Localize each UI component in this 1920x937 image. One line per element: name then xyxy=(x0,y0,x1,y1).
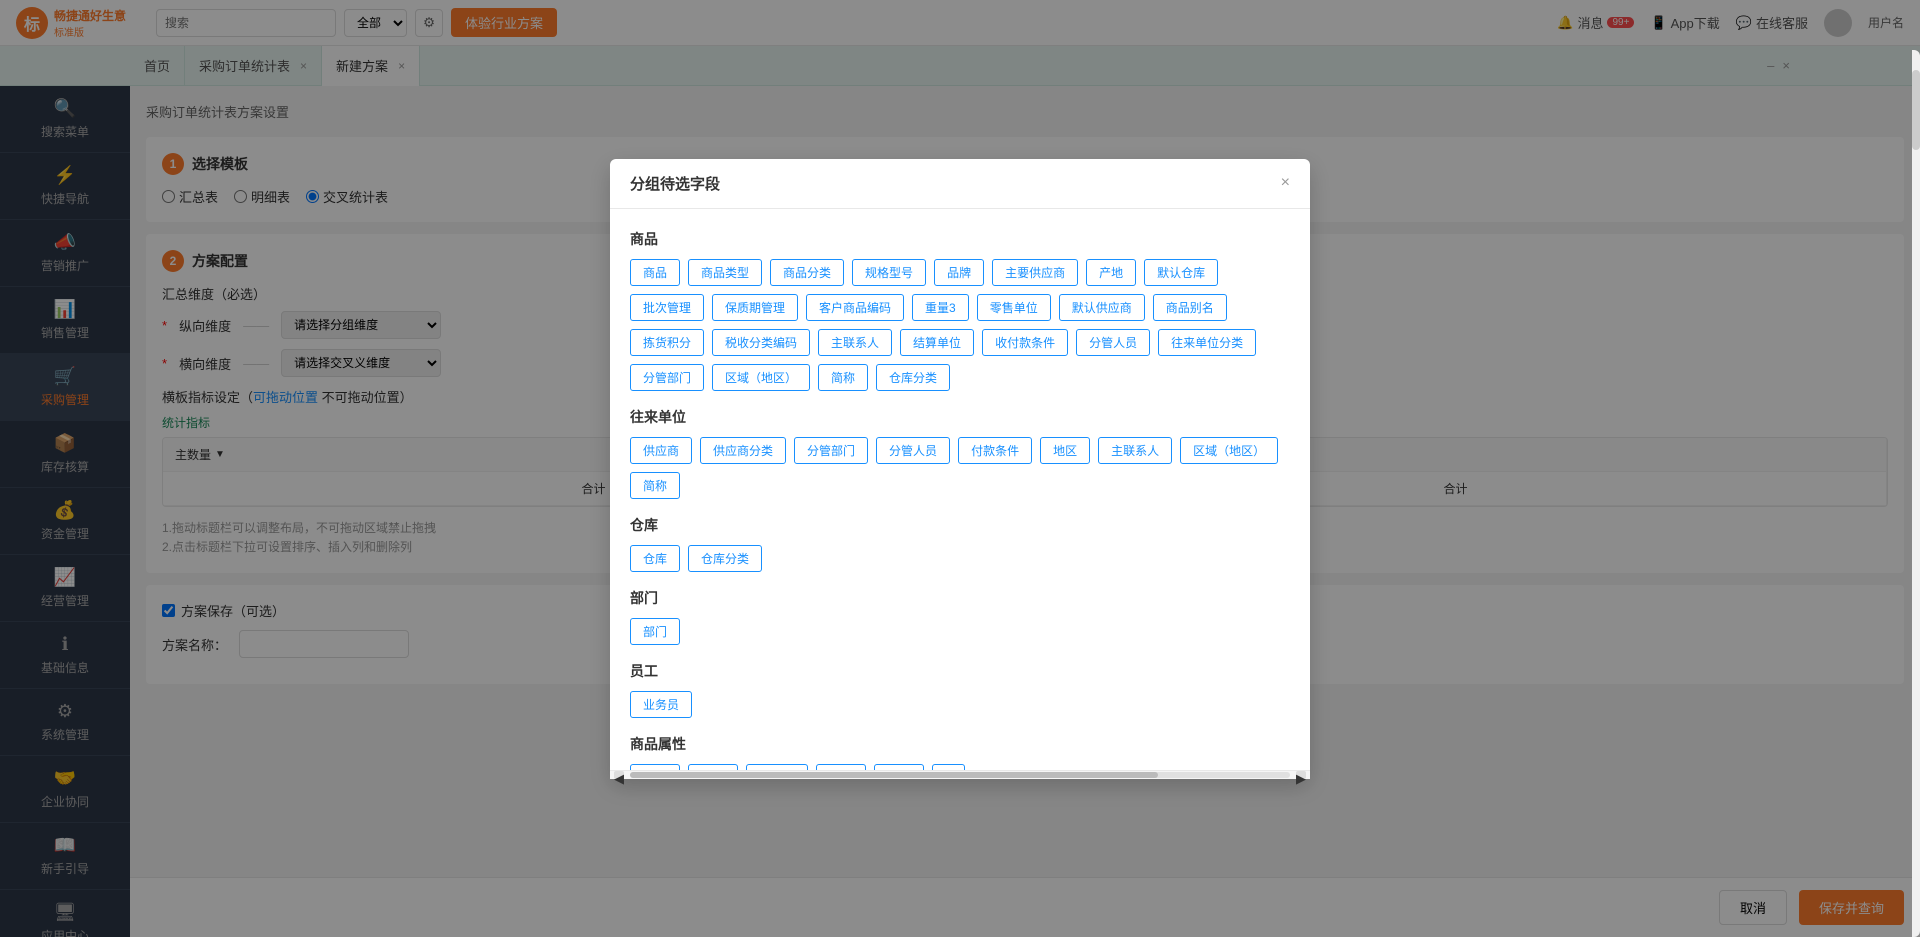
modal-header: 分组待选字段 × xyxy=(610,159,1310,209)
field-tag-retail-unit[interactable]: 零售单位 xyxy=(977,294,1051,321)
field-tag-partner-category[interactable]: 往来单位分类 xyxy=(1158,329,1256,356)
field-tag-warehouse-category[interactable]: 仓库分类 xyxy=(876,364,950,391)
field-tag-supplier-category[interactable]: 供应商分类 xyxy=(700,437,786,464)
field-tag-payment-terms[interactable]: 收付款条件 xyxy=(982,329,1068,356)
section-title-department: 部门 xyxy=(630,588,1290,608)
modal-body: 商品 商品 商品类型 商品分类 规格型号 品牌 主要供应商 产地 默认仓库 批次… xyxy=(610,209,1310,770)
hscroll-thumb xyxy=(630,772,1158,778)
field-tag-area[interactable]: 地区 xyxy=(1040,437,1090,464)
field-grid-employee: 业务员 xyxy=(630,691,1290,718)
field-tag-spec-model[interactable]: 规格型号 xyxy=(852,259,926,286)
field-grid-department: 部门 xyxy=(630,618,1290,645)
field-tag-partner-main-contact[interactable]: 主联系人 xyxy=(1098,437,1172,464)
field-tag-short-name[interactable]: 简称 xyxy=(818,364,868,391)
field-tag-weight3[interactable]: 重量3 xyxy=(912,294,969,321)
field-tag-default-supplier[interactable]: 默认供应商 xyxy=(1059,294,1145,321)
field-grid-goods: 商品 商品类型 商品分类 规格型号 品牌 主要供应商 产地 默认仓库 批次管理 … xyxy=(630,259,1290,391)
field-tag-customer-goods-code[interactable]: 客户商品编码 xyxy=(806,294,904,321)
field-tag-department[interactable]: 部门 xyxy=(630,618,680,645)
modal-close-button[interactable]: × xyxy=(1281,174,1290,192)
field-tag-batch-mgmt[interactable]: 批次管理 xyxy=(630,294,704,321)
field-tag-origin[interactable]: 产地 xyxy=(1086,259,1136,286)
hscroll-track xyxy=(630,772,1290,778)
field-tag-pick-points[interactable]: 拣货积分 xyxy=(630,329,704,356)
section-title-partner: 往来单位 xyxy=(630,407,1290,427)
field-tag-settlement-unit[interactable]: 结算单位 xyxy=(900,329,974,356)
field-tag-warehouse[interactable]: 仓库 xyxy=(630,545,680,572)
section-title-warehouse: 仓库 xyxy=(630,515,1290,535)
field-tag-dept[interactable]: 分管部门 xyxy=(630,364,704,391)
field-tag-main-contact[interactable]: 主联系人 xyxy=(818,329,892,356)
modal-scrollthumb xyxy=(1912,70,1920,150)
field-tag-goods[interactable]: 商品 xyxy=(630,259,680,286)
field-tag-default-warehouse[interactable]: 默认仓库 xyxy=(1144,259,1218,286)
field-tag-supervisor[interactable]: 分管人员 xyxy=(1076,329,1150,356)
field-tag-warehouse-cat[interactable]: 仓库分类 xyxy=(688,545,762,572)
modal-title: 分组待选字段 xyxy=(630,173,720,194)
hscroll-right-btn[interactable]: ▶ xyxy=(1296,771,1306,779)
section-title-employee: 员工 xyxy=(630,661,1290,681)
field-grid-warehouse: 仓库 仓库分类 xyxy=(630,545,1290,572)
field-tag-region[interactable]: 区域（地区） xyxy=(712,364,810,391)
field-tag-partner-region[interactable]: 区域（地区） xyxy=(1180,437,1278,464)
field-tag-partner-supervisor[interactable]: 分管人员 xyxy=(876,437,950,464)
modal-scrolltrack xyxy=(1912,50,1920,937)
modal-dialog: 分组待选字段 × 商品 商品 商品类型 商品分类 规格型号 品牌 主要供应商 产… xyxy=(610,159,1310,779)
modal-overlay[interactable]: 分组待选字段 × 商品 商品 商品类型 商品分类 规格型号 品牌 主要供应商 产… xyxy=(0,0,1920,937)
modal-hscrollbar: ◀ ▶ xyxy=(610,770,1310,779)
field-grid-partner: 供应商 供应商分类 分管部门 分管人员 付款条件 地区 主联系人 区域（地区） … xyxy=(630,437,1290,499)
field-tag-goods-type[interactable]: 商品类型 xyxy=(688,259,762,286)
field-tag-partner-short-name[interactable]: 简称 xyxy=(630,472,680,499)
field-tag-goods-alias[interactable]: 商品别名 xyxy=(1153,294,1227,321)
field-tag-supplier[interactable]: 供应商 xyxy=(630,437,692,464)
field-tag-partner-dept[interactable]: 分管部门 xyxy=(794,437,868,464)
section-title-goods: 商品 xyxy=(630,229,1290,249)
field-tag-salesperson[interactable]: 业务员 xyxy=(630,691,692,718)
field-tag-goods-category[interactable]: 商品分类 xyxy=(770,259,844,286)
field-tag-brand[interactable]: 品牌 xyxy=(934,259,984,286)
field-tag-tax-code[interactable]: 税收分类编码 xyxy=(712,329,810,356)
field-tag-payment-condition[interactable]: 付款条件 xyxy=(958,437,1032,464)
field-tag-main-supplier[interactable]: 主要供应商 xyxy=(992,259,1078,286)
section-title-goods-attr: 商品属性 xyxy=(630,734,1290,754)
field-tag-shelf-life[interactable]: 保质期管理 xyxy=(712,294,798,321)
hscroll-left-btn[interactable]: ◀ xyxy=(614,771,624,779)
